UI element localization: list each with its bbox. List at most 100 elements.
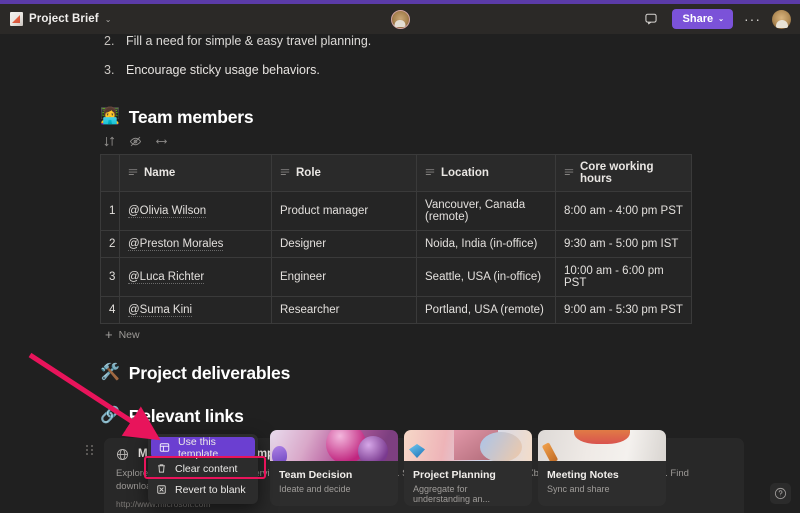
share-button[interactable]: Share ⌄ xyxy=(672,9,733,29)
document-title-group[interactable]: Project Brief ⌄ xyxy=(0,12,111,26)
trash-icon xyxy=(156,463,167,474)
mention-chip: @Suma Kini xyxy=(128,304,192,317)
link-emoji: 🔗 xyxy=(100,408,120,424)
mention-chip: @Preston Morales xyxy=(128,238,223,251)
row-number: 2 xyxy=(101,230,120,257)
avatar[interactable] xyxy=(391,10,410,29)
table-row[interactable]: 4 @Suma Kini Researcher Portland, USA (r… xyxy=(101,296,692,323)
cell-location[interactable]: Portland, USA (remote) xyxy=(417,296,556,323)
woman-technologist-emoji: 👩‍💻 xyxy=(100,109,120,125)
cell-location[interactable]: Seattle, USA (in-office) xyxy=(417,257,556,296)
column-label: Name xyxy=(144,167,175,179)
template-card-project-planning[interactable]: Project Planning Aggregate for understan… xyxy=(404,430,532,506)
app-window: Project Brief ⌄ Share ⌄ ··· 2. xyxy=(0,0,800,513)
globe-icon xyxy=(116,448,129,461)
column-label: Location xyxy=(441,167,489,179)
menu-item-use-this-template[interactable]: Use this template xyxy=(151,437,255,458)
column-header-name[interactable]: Name xyxy=(120,154,272,191)
team-members-table: Name Role xyxy=(100,154,692,324)
cell-role[interactable]: Designer xyxy=(272,230,417,257)
heading-text: Team members xyxy=(129,107,254,128)
template-subtitle: Ideate and decide xyxy=(279,484,389,494)
section-heading-team-members: 👩‍💻 Team members xyxy=(0,107,800,128)
cell-role[interactable]: Engineer xyxy=(272,257,417,296)
cell-hours[interactable]: 9:30 am - 5:00 pm IST xyxy=(556,230,692,257)
cell-hours[interactable]: 10:00 am - 6:00 pm PST xyxy=(556,257,692,296)
cell-role[interactable]: Product manager xyxy=(272,191,417,230)
template-name: Meeting Notes xyxy=(547,469,657,481)
column-header-core-working-hours[interactable]: Core working hours xyxy=(556,154,692,191)
cell-hours[interactable]: 9:00 am - 5:30 pm PST xyxy=(556,296,692,323)
column-label: Core working hours xyxy=(580,161,683,185)
cell-hours[interactable]: 8:00 am - 4:00 pm PST xyxy=(556,191,692,230)
list-item: 3. Encourage sticky usage behaviors. xyxy=(0,61,800,80)
menu-item-clear-content[interactable]: Clear content xyxy=(148,458,258,479)
comments-icon[interactable] xyxy=(641,9,661,29)
sort-icon[interactable] xyxy=(103,135,116,148)
row-number: 1 xyxy=(101,191,120,230)
help-button[interactable] xyxy=(770,483,791,504)
menu-item-revert-to-blank[interactable]: Revert to blank xyxy=(148,479,258,500)
text-field-icon xyxy=(564,168,574,177)
template-subtitle: Sync and share xyxy=(547,484,657,494)
table-row[interactable]: 2 @Preston Morales Designer Noida, India… xyxy=(101,230,692,257)
table-row[interactable]: 3 @Luca Richter Engineer Seattle, USA (i… xyxy=(101,257,692,296)
list-number: 3. xyxy=(104,61,118,80)
template-name: Project Planning xyxy=(413,469,523,481)
hide-fields-icon[interactable] xyxy=(129,135,142,148)
template-gallery: Team Decision Ideate and decide Project … xyxy=(270,430,666,506)
template-thumbnail xyxy=(270,430,398,461)
list-number: 2. xyxy=(104,34,118,51)
template-context-menu: Use this template Clear content Revert t… xyxy=(148,434,258,504)
cell-role[interactable]: Researcher xyxy=(272,296,417,323)
menu-item-label: Clear content xyxy=(175,463,237,475)
text-field-icon xyxy=(128,168,138,177)
list-text: Encourage sticky usage behaviors. xyxy=(126,61,320,80)
hammer-and-wrench-emoji: 🛠️ xyxy=(100,365,120,381)
section-heading-relevant-links: 🔗 Relevant links xyxy=(0,406,800,427)
heading-text: Project deliverables xyxy=(129,363,290,384)
template-card-team-decision[interactable]: Team Decision Ideate and decide xyxy=(270,430,398,506)
chevron-down-icon: ⌄ xyxy=(718,15,724,23)
new-row-label: New xyxy=(119,329,140,341)
table-toolbar xyxy=(0,135,800,148)
row-number: 4 xyxy=(101,296,120,323)
row-number-header xyxy=(101,154,120,191)
page-title: Project Brief xyxy=(29,13,99,25)
text-field-icon xyxy=(280,168,290,177)
share-label: Share xyxy=(683,13,714,25)
cell-name[interactable]: @Luca Richter xyxy=(120,257,272,296)
table-row[interactable]: 1 @Olivia Wilson Product manager Vancouv… xyxy=(101,191,692,230)
template-card-meeting-notes[interactable]: Meeting Notes Sync and share xyxy=(538,430,666,506)
template-thumbnail xyxy=(538,430,666,461)
cell-location[interactable]: Vancouver, Canada (remote) xyxy=(417,191,556,230)
cell-location[interactable]: Noida, India (in-office) xyxy=(417,230,556,257)
plus-icon: + xyxy=(105,330,113,340)
template-subtitle: Aggregate for understanding an... xyxy=(413,484,523,504)
menu-item-label: Revert to blank xyxy=(175,484,246,496)
team-members-table-wrapper: Name Role xyxy=(0,154,800,324)
chevron-down-icon[interactable]: ⌄ xyxy=(105,16,112,24)
cell-name[interactable]: @Suma Kini xyxy=(120,296,272,323)
column-label: Role xyxy=(296,167,321,179)
list-item: 2. Fill a need for simple & easy travel … xyxy=(0,34,800,51)
drag-handle-icon[interactable] xyxy=(86,444,94,456)
more-options-button[interactable]: ··· xyxy=(744,16,761,22)
table-header-row: Name Role xyxy=(101,154,692,191)
cell-name[interactable]: @Olivia Wilson xyxy=(120,191,272,230)
app-header: Project Brief ⌄ Share ⌄ ··· xyxy=(0,4,800,34)
mention-chip: @Luca Richter xyxy=(128,271,204,284)
column-header-role[interactable]: Role xyxy=(272,154,417,191)
resize-columns-icon[interactable] xyxy=(155,135,168,148)
cell-name[interactable]: @Preston Morales xyxy=(120,230,272,257)
mention-chip: @Olivia Wilson xyxy=(128,205,206,218)
add-new-row-button[interactable]: + New xyxy=(0,329,800,341)
header-actions: Share ⌄ ··· xyxy=(641,9,800,29)
help-circle-icon xyxy=(774,487,787,500)
section-heading-project-deliverables: 🛠️ Project deliverables xyxy=(0,363,800,384)
template-thumbnail xyxy=(404,430,532,461)
document-icon xyxy=(10,12,23,26)
column-header-location[interactable]: Location xyxy=(417,154,556,191)
user-avatar[interactable] xyxy=(772,10,791,29)
document-canvas: 2. Fill a need for simple & easy travel … xyxy=(0,34,800,513)
